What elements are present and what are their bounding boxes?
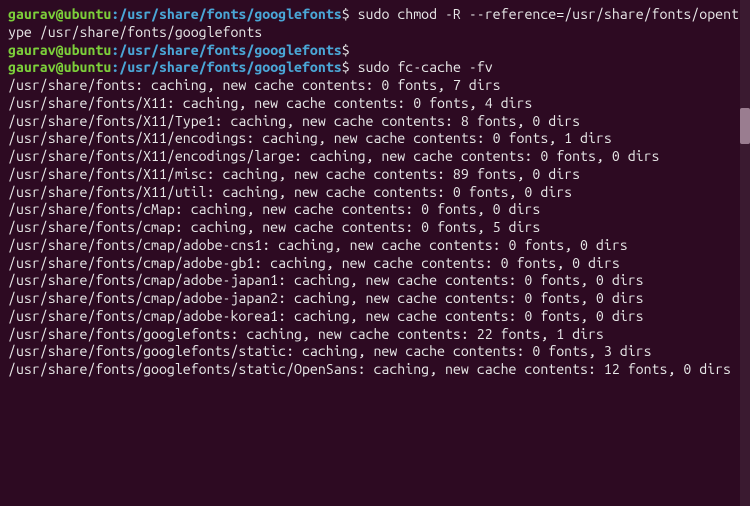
output-line: /usr/share/fonts/cmap/adobe-korea1: cach… [8, 308, 644, 324]
output-line: /usr/share/fonts/cMap: caching, new cach… [8, 201, 540, 217]
output-line: /usr/share/fonts/googlefonts/static: cac… [8, 343, 652, 359]
output-line: /usr/share/fonts/cmap/adobe-japan1: cach… [8, 272, 644, 288]
scrollbar-thumb[interactable] [740, 108, 750, 144]
prompt-user: gaurav [8, 42, 56, 58]
prompt-path: /usr/share/fonts/googlefonts [119, 6, 341, 22]
prompt-host: ubuntu [64, 59, 112, 75]
output-line: /usr/share/fonts/X11: caching, new cache… [8, 95, 532, 111]
prompt-dollar: $ [342, 59, 350, 75]
prompt-host: ubuntu [64, 42, 112, 58]
output-line: /usr/share/fonts/cmap/adobe-gb1: caching… [8, 255, 620, 271]
output-line: /usr/share/fonts/cmap/adobe-cns1: cachin… [8, 237, 628, 253]
output-line: /usr/share/fonts/googlefonts: caching, n… [8, 326, 604, 342]
prompt-user: gaurav [8, 59, 56, 75]
prompt-host: ubuntu [64, 6, 112, 22]
output-line: /usr/share/fonts/cmap: caching, new cach… [8, 219, 540, 235]
command-2: sudo fc-cache -fv [350, 59, 493, 75]
prompt-dollar: $ [342, 6, 350, 22]
prompt-at: @ [56, 6, 64, 22]
output-line: /usr/share/fonts/X11/encodings: caching,… [8, 130, 612, 146]
prompt-path: /usr/share/fonts/googlefonts [119, 42, 341, 58]
output-line: /usr/share/fonts: caching, new cache con… [8, 77, 501, 93]
scrollbar-track[interactable] [740, 0, 750, 506]
prompt-user: gaurav [8, 6, 56, 22]
output-line: /usr/share/fonts/X11/util: caching, new … [8, 184, 572, 200]
output-line: /usr/share/fonts/googlefonts/static/Open… [8, 361, 731, 377]
prompt-path: /usr/share/fonts/googlefonts [119, 59, 341, 75]
output-line: /usr/share/fonts/X11/misc: caching, new … [8, 166, 580, 182]
prompt-at: @ [56, 42, 64, 58]
output-line: /usr/share/fonts/X11/encodings/large: ca… [8, 148, 660, 164]
output-line: /usr/share/fonts/X11/Type1: caching, new… [8, 113, 580, 129]
prompt-at: @ [56, 59, 64, 75]
terminal-output[interactable]: gaurav@ubuntu:/usr/share/fonts/googlefon… [8, 6, 742, 379]
output-line: /usr/share/fonts/cmap/adobe-japan2: cach… [8, 290, 644, 306]
prompt-dollar: $ [342, 42, 350, 58]
